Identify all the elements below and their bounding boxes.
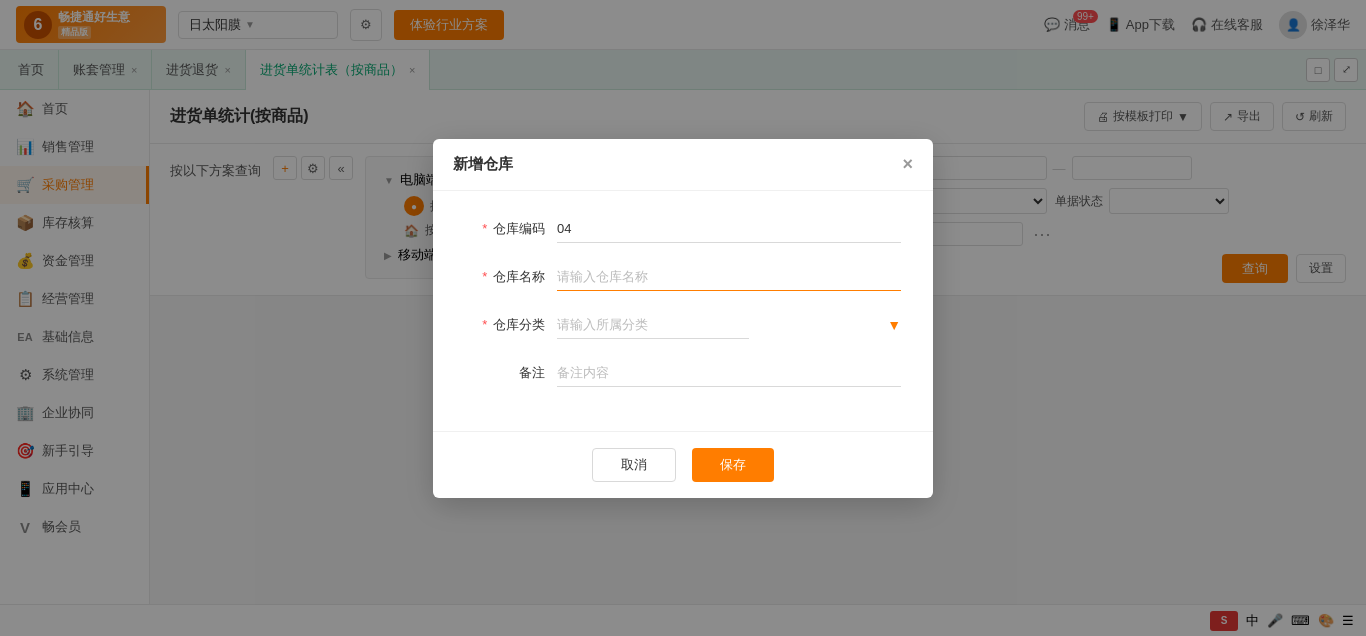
- category-select-wrap: ▼: [557, 311, 901, 339]
- modal-header: 新增仓库 ×: [433, 139, 933, 191]
- modal-close-button[interactable]: ×: [902, 155, 913, 173]
- name-label: * 仓库名称: [465, 268, 545, 286]
- code-label: * 仓库编码: [465, 220, 545, 238]
- note-label: 备注: [465, 364, 545, 382]
- modal-overlay: 新增仓库 × * 仓库编码 * 仓库名称: [0, 0, 1366, 636]
- modal-title: 新增仓库: [453, 155, 513, 174]
- warehouse-code-input[interactable]: [557, 215, 901, 243]
- warehouse-name-input[interactable]: [557, 263, 901, 291]
- warehouse-category-input[interactable]: [557, 311, 749, 339]
- category-field-row: * 仓库分类 ▼: [465, 311, 901, 339]
- modal-footer: 取消 保存: [433, 431, 933, 498]
- category-label: * 仓库分类: [465, 316, 545, 334]
- code-field-row: * 仓库编码: [465, 215, 901, 243]
- cancel-button[interactable]: 取消: [592, 448, 676, 482]
- category-dropdown-arrow: ▼: [887, 317, 901, 333]
- warehouse-note-input[interactable]: [557, 359, 901, 387]
- note-field-row: 备注: [465, 359, 901, 387]
- modal-new-warehouse: 新增仓库 × * 仓库编码 * 仓库名称: [433, 139, 933, 498]
- name-field-row: * 仓库名称: [465, 263, 901, 291]
- save-button[interactable]: 保存: [692, 448, 774, 482]
- modal-body: * 仓库编码 * 仓库名称 * 仓库分类: [433, 191, 933, 431]
